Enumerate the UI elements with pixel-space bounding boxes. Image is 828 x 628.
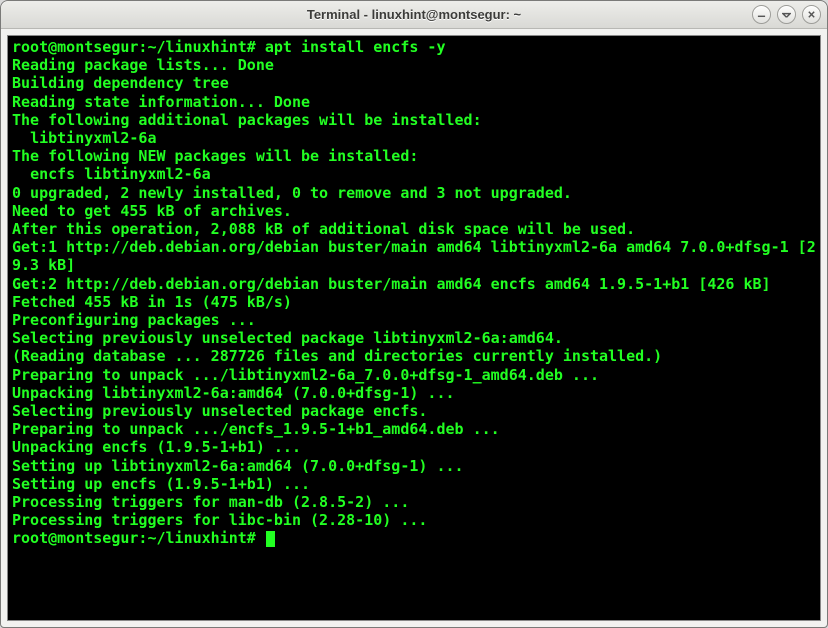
terminal-line: Get:2 http://deb.debian.org/debian buste… [12,275,816,293]
terminal-line: The following NEW packages will be insta… [12,147,816,165]
terminal-line: Processing triggers for libc-bin (2.28-1… [12,511,816,529]
terminal-line: Preconfiguring packages ... [12,311,816,329]
close-icon [807,10,816,19]
close-button[interactable] [802,5,821,24]
terminal-line: Need to get 455 kB of archives. [12,202,816,220]
terminal-line: (Reading database ... 287726 files and d… [12,347,816,365]
terminal-line: Building dependency tree [12,74,816,92]
terminal-line: Preparing to unpack .../libtinyxml2-6a_7… [12,366,816,384]
terminal[interactable]: root@montsegur:~/linuxhint# apt install … [7,35,821,621]
terminal-line: root@montsegur:~/linuxhint# [12,529,816,547]
terminal-line: Setting up libtinyxml2-6a:amd64 (7.0.0+d… [12,457,816,475]
terminal-line: Unpacking libtinyxml2-6a:amd64 (7.0.0+df… [12,384,816,402]
terminal-line: libtinyxml2-6a [12,129,816,147]
terminal-line: Selecting previously unselected package … [12,402,816,420]
maximize-button[interactable] [777,5,796,24]
window-buttons [752,5,821,24]
terminal-line: Selecting previously unselected package … [12,329,816,347]
prompt: root@montsegur:~/linuxhint# [12,38,265,56]
terminal-line: 0 upgraded, 2 newly installed, 0 to remo… [12,184,816,202]
command-text: apt install encfs -y [265,38,446,56]
terminal-window: Terminal - linuxhint@montsegur: ~ root@m… [0,0,828,628]
terminal-line: Reading state information... Done [12,93,816,111]
window-title: Terminal - linuxhint@montsegur: ~ [1,7,827,22]
terminal-line: Get:1 http://deb.debian.org/debian buste… [12,238,816,274]
terminal-line: Reading package lists... Done [12,56,816,74]
maximize-icon [782,10,791,19]
prompt: root@montsegur:~/linuxhint# [12,529,265,547]
terminal-line: Processing triggers for man-db (2.8.5-2)… [12,493,816,511]
terminal-line: root@montsegur:~/linuxhint# apt install … [12,38,816,56]
terminal-line: The following additional packages will b… [12,111,816,129]
terminal-line: Preparing to unpack .../encfs_1.9.5-1+b1… [12,420,816,438]
terminal-line: encfs libtinyxml2-6a [12,165,816,183]
cursor [266,531,275,547]
terminal-line: Unpacking encfs (1.9.5-1+b1) ... [12,438,816,456]
terminal-wrap: root@montsegur:~/linuxhint# apt install … [1,29,827,627]
minimize-icon [757,10,766,19]
terminal-line: Fetched 455 kB in 1s (475 kB/s) [12,293,816,311]
terminal-line: Setting up encfs (1.9.5-1+b1) ... [12,475,816,493]
titlebar[interactable]: Terminal - linuxhint@montsegur: ~ [1,1,827,29]
terminal-line: After this operation, 2,088 kB of additi… [12,220,816,238]
minimize-button[interactable] [752,5,771,24]
